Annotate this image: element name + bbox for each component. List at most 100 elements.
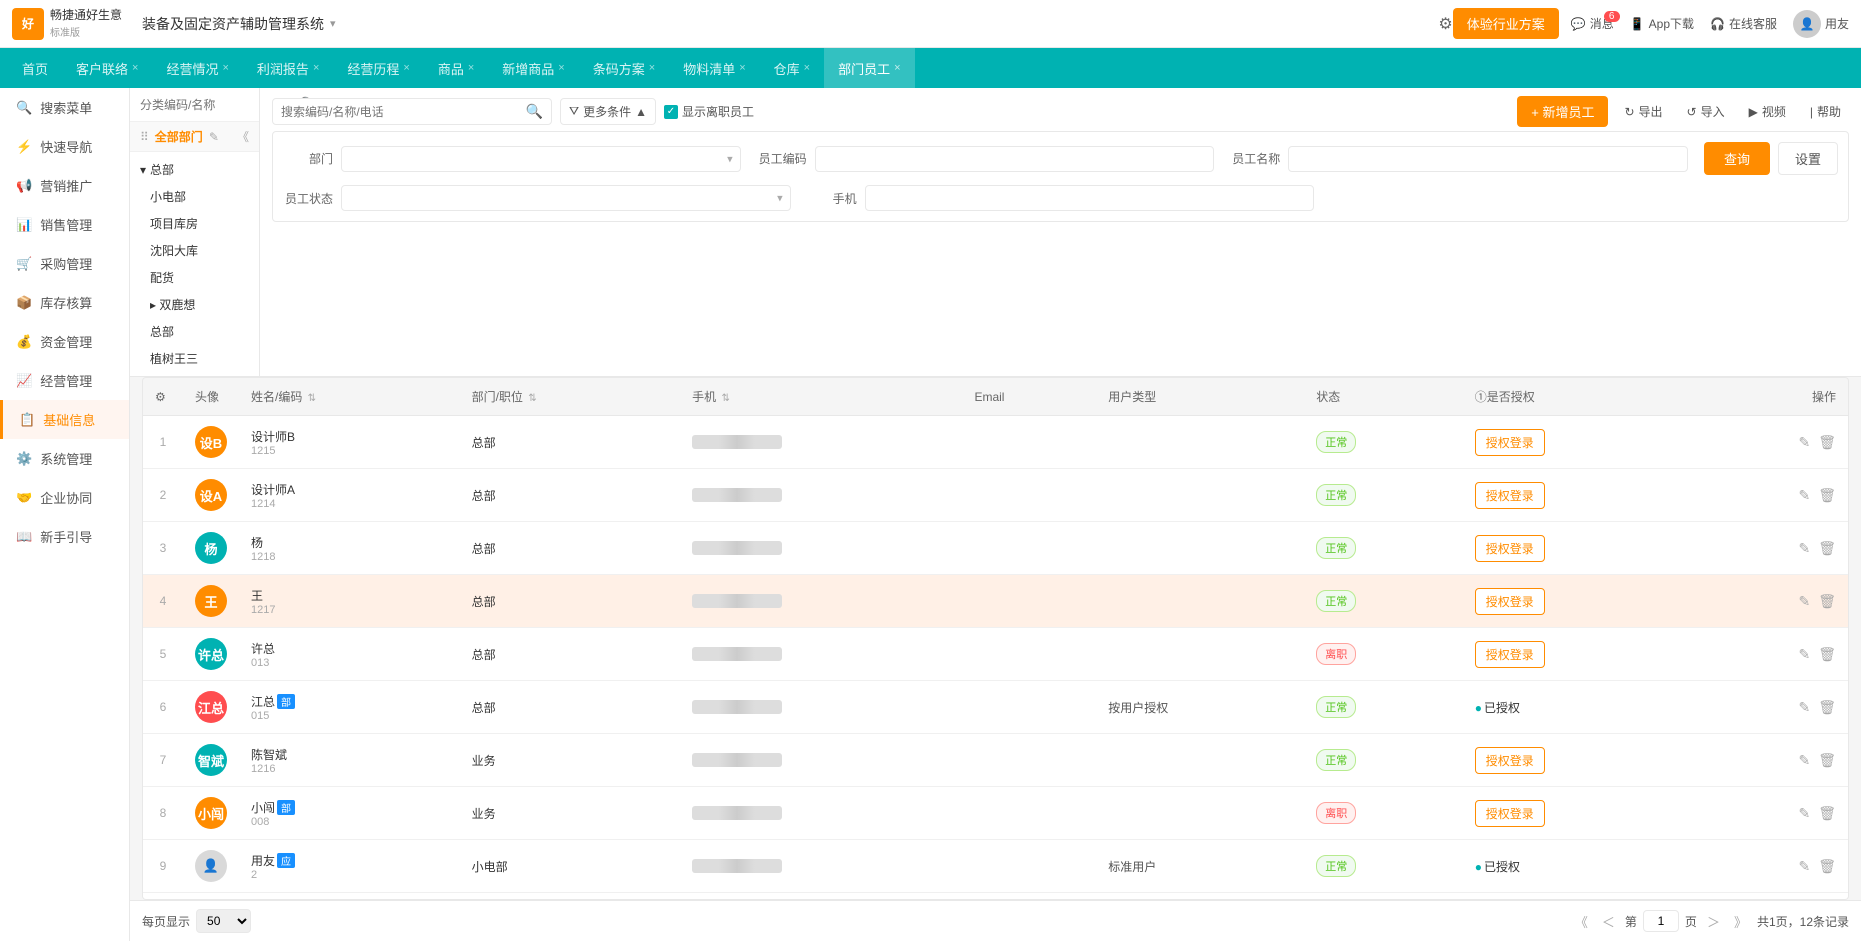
filter-status-select[interactable]: [341, 185, 791, 211]
sidebar-item-collab[interactable]: 🤝 企业协同: [0, 478, 129, 517]
search-submit-icon[interactable]: 🔍: [526, 103, 543, 120]
sys-dropdown-icon[interactable]: ▾: [330, 17, 336, 30]
auth-btn[interactable]: 授权登录: [1475, 535, 1545, 562]
tab-barcode[interactable]: 条码方案 ×: [579, 48, 669, 88]
edit-icon[interactable]: ✎: [1798, 699, 1810, 716]
dept-node-zongbu-sub[interactable]: 总部: [130, 318, 259, 345]
auth-btn[interactable]: 授权登录: [1475, 641, 1545, 668]
dept-node-xiaodianbu[interactable]: 小电部: [130, 183, 259, 210]
tab-bom[interactable]: 物料清单 ×: [669, 48, 759, 88]
sidebar-item-basic[interactable]: 📋 基础信息: [0, 400, 129, 439]
show-departed-toggle[interactable]: ✓ 显示离职员工: [664, 103, 754, 120]
filter-phone-input[interactable]: [865, 185, 1315, 211]
sidebar-item-marketing[interactable]: 📢 营销推广: [0, 166, 129, 205]
filter-dept-select[interactable]: [341, 146, 741, 172]
th-settings[interactable]: ⚙: [143, 378, 183, 416]
sidebar-item-sales[interactable]: 📊 销售管理: [0, 205, 129, 244]
last-page-btn[interactable]: 》: [1730, 910, 1751, 933]
first-page-btn[interactable]: 《: [1571, 910, 1592, 933]
trial-btn[interactable]: 体验行业方案: [1453, 8, 1559, 39]
sidebar-item-finance[interactable]: 💰 资金管理: [0, 322, 129, 361]
sidebar-item-inventory[interactable]: 📦 库存核算: [0, 283, 129, 322]
th-name-code[interactable]: 姓名/编码 ⇅: [239, 378, 460, 416]
dept-node-shenyang[interactable]: 沈阳大库: [130, 237, 259, 264]
delete-icon[interactable]: 🗑: [1818, 593, 1836, 610]
edit-icon[interactable]: ✎: [1798, 752, 1810, 769]
dept-node-zongbu-parent[interactable]: ▾ 总部: [130, 156, 259, 183]
sidebar-item-system[interactable]: ⚙️ 系统管理: [0, 439, 129, 478]
edit-icon[interactable]: ✎: [1798, 858, 1810, 875]
page-size-select[interactable]: 50 100 200: [196, 909, 251, 933]
sidebar-item-management[interactable]: 📈 经营管理: [0, 361, 129, 400]
filter-emp-code-input[interactable]: [815, 146, 1215, 172]
close-icon[interactable]: ×: [313, 62, 319, 74]
close-icon[interactable]: ×: [894, 62, 900, 74]
export-btn[interactable]: ↻ 导出: [1616, 99, 1670, 124]
dept-edit-icon[interactable]: ✎: [209, 130, 219, 144]
close-icon[interactable]: ×: [222, 62, 228, 74]
close-icon[interactable]: ×: [132, 62, 138, 74]
edit-icon[interactable]: ✎: [1798, 487, 1810, 504]
dept-node-peihuo[interactable]: 配货: [130, 264, 259, 291]
th-dept[interactable]: 部门/职位 ⇅: [460, 378, 681, 416]
tab-add-goods[interactable]: 新增商品 ×: [488, 48, 578, 88]
auth-btn[interactable]: 授权登录: [1475, 800, 1545, 827]
message-icon-item[interactable]: 💬 6 消息: [1571, 15, 1614, 32]
delete-icon[interactable]: 🗑: [1818, 540, 1836, 557]
close-icon[interactable]: ×: [403, 62, 409, 74]
auth-btn[interactable]: 授权登录: [1475, 429, 1545, 456]
tab-home[interactable]: 首页: [8, 48, 62, 88]
close-icon[interactable]: ×: [649, 62, 655, 74]
edit-icon[interactable]: ✎: [1798, 540, 1810, 557]
help-btn[interactable]: | 帮助: [1802, 99, 1849, 124]
set-btn[interactable]: 设置: [1778, 142, 1838, 175]
delete-icon[interactable]: 🗑: [1818, 752, 1836, 769]
close-icon[interactable]: ×: [804, 62, 810, 74]
close-icon[interactable]: ×: [468, 62, 474, 74]
delete-icon[interactable]: 🗑: [1818, 646, 1836, 663]
next-page-btn[interactable]: ＞: [1703, 910, 1724, 933]
tab-history[interactable]: 经营历程 ×: [333, 48, 423, 88]
edit-icon[interactable]: ✎: [1798, 434, 1810, 451]
dept-node-xiangmuKufang[interactable]: 项目库房: [130, 210, 259, 237]
auth-btn[interactable]: 授权登录: [1475, 588, 1545, 615]
query-btn[interactable]: 查询: [1704, 142, 1770, 175]
sidebar-item-quicknav[interactable]: ⚡ 快速导航: [0, 127, 129, 166]
auth-btn[interactable]: 授权登录: [1475, 747, 1545, 774]
gear-icon[interactable]: ⚙: [1438, 14, 1452, 34]
dept-collapse-icon[interactable]: 《: [237, 128, 249, 145]
edit-icon[interactable]: ✎: [1798, 646, 1810, 663]
prev-page-btn[interactable]: ＜: [1598, 910, 1619, 933]
view-btn[interactable]: ▶ 视频: [1741, 99, 1794, 124]
close-icon[interactable]: ×: [739, 62, 745, 74]
delete-icon[interactable]: 🗑: [1818, 858, 1836, 875]
import-btn[interactable]: ↺ 导入: [1679, 99, 1733, 124]
add-employee-button[interactable]: + 新增员工: [1517, 96, 1608, 127]
close-icon[interactable]: ×: [558, 62, 564, 74]
page-input[interactable]: [1643, 910, 1679, 932]
user-area[interactable]: 👤 用友: [1793, 10, 1849, 38]
delete-icon[interactable]: 🗑: [1818, 805, 1836, 822]
auth-btn[interactable]: 授权登录: [1475, 482, 1545, 509]
tab-profit[interactable]: 利润报告 ×: [243, 48, 333, 88]
dept-node-zhishu[interactable]: 植树王三: [130, 345, 259, 372]
sidebar-item-guide[interactable]: 📖 新手引导: [0, 517, 129, 556]
sidebar-item-purchase[interactable]: 🛒 采购管理: [0, 244, 129, 283]
filter-emp-name-input[interactable]: [1288, 146, 1688, 172]
tab-operation[interactable]: 经营情况 ×: [152, 48, 242, 88]
tab-customer[interactable]: 客户联络 ×: [62, 48, 152, 88]
sidebar-item-search[interactable]: 🔍 搜索菜单: [0, 88, 129, 127]
th-phone[interactable]: 手机 ⇅: [680, 378, 962, 416]
tab-warehouse[interactable]: 仓库 ×: [760, 48, 824, 88]
search-input[interactable]: [281, 105, 526, 119]
edit-icon[interactable]: ✎: [1798, 805, 1810, 822]
tab-goods[interactable]: 商品 ×: [424, 48, 488, 88]
app-download-item[interactable]: 📱 App下载: [1630, 15, 1694, 32]
tab-employees[interactable]: 部门员工 ×: [824, 48, 914, 88]
edit-icon[interactable]: ✎: [1798, 593, 1810, 610]
delete-icon[interactable]: 🗑: [1818, 487, 1836, 504]
dept-node-shuanglu[interactable]: ▸ 双鹿想: [130, 291, 259, 318]
delete-icon[interactable]: 🗑: [1818, 434, 1836, 451]
online-service-item[interactable]: 🎧 在线客服: [1710, 15, 1777, 32]
more-conditions-btn[interactable]: ⛛ 更多条件 ▲: [560, 98, 656, 125]
